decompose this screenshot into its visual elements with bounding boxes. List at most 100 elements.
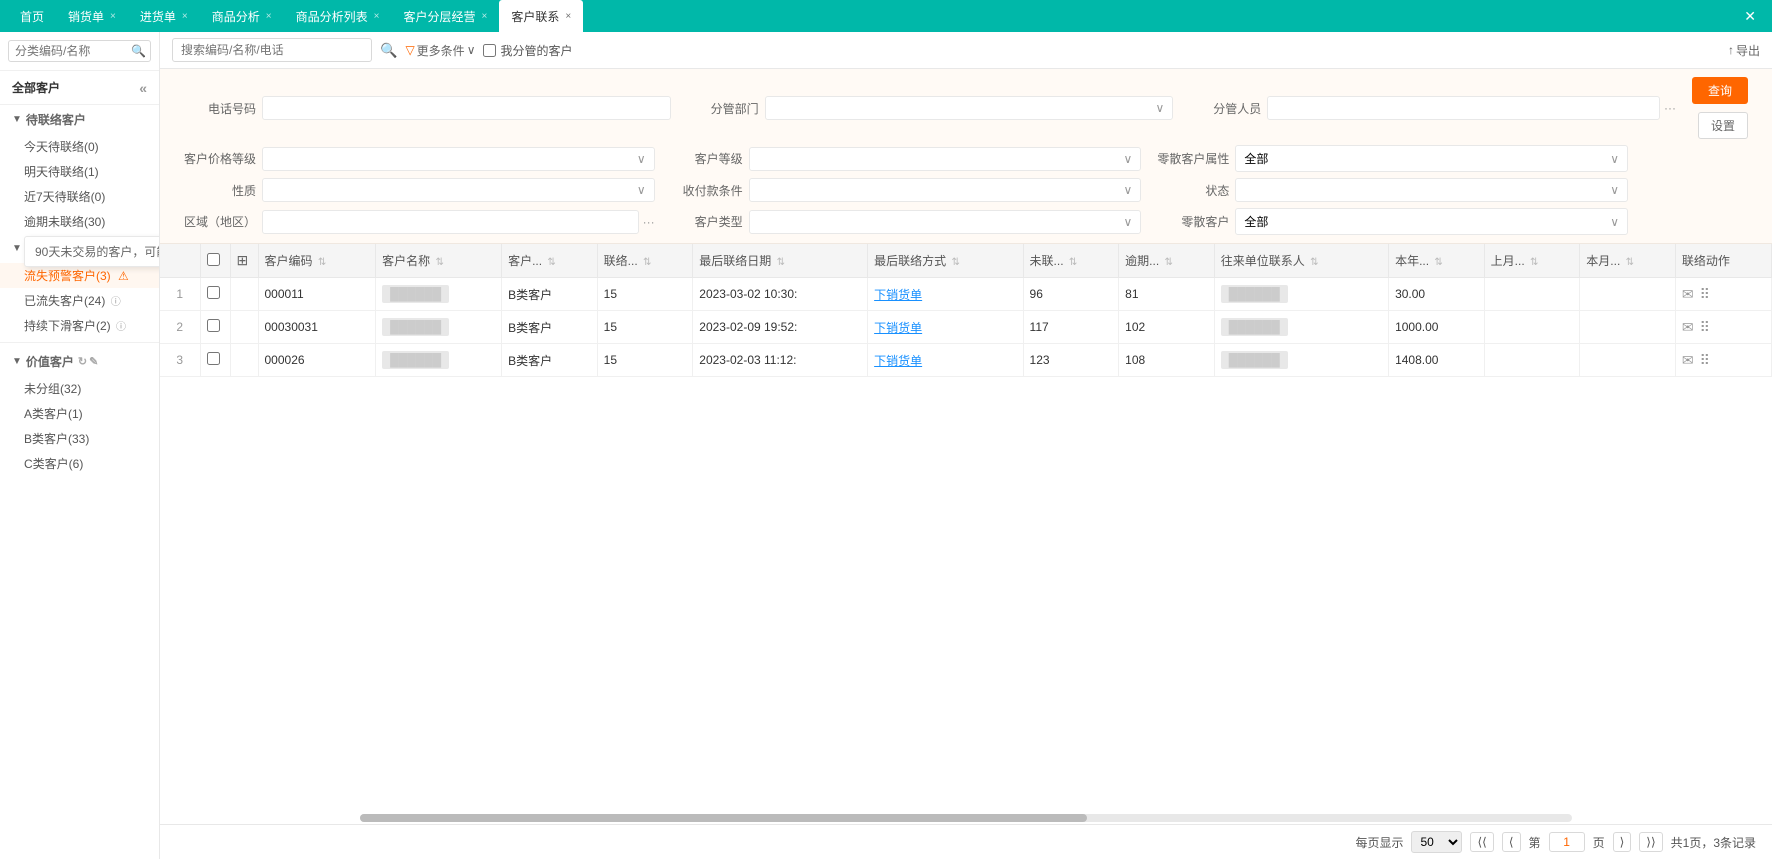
region-input[interactable] <box>262 210 639 234</box>
col-uncontacted[interactable]: 未联... ⇅ <box>1023 244 1119 278</box>
sidebar-group-value[interactable]: ▼ 价值客户 ↻ ✎ <box>0 347 159 376</box>
close-all-tabs-button[interactable]: ✕ <box>1736 4 1764 29</box>
row-name: ██████ <box>376 311 502 344</box>
more-action-icon[interactable]: ⠿ <box>1700 352 1710 369</box>
row-last-month <box>1484 311 1580 344</box>
sidebar-item-today-pending[interactable]: 今天待联络(0) <box>0 134 159 159</box>
payment-select[interactable]: ∨ <box>749 178 1142 202</box>
sidebar-item-7day-pending[interactable]: 近7天待联络(0) <box>0 184 159 209</box>
first-page-button[interactable]: ⟨⟨ <box>1470 832 1493 852</box>
contact-way-link[interactable]: 下销货单 <box>874 288 922 302</box>
scrollbar-track[interactable] <box>360 814 1572 822</box>
col-past-contact[interactable]: 往来单位联系人 ⇅ <box>1214 244 1388 278</box>
col-settings[interactable]: ⊞ <box>230 244 258 278</box>
col-type[interactable]: 客户... ⇅ <box>502 244 598 278</box>
sidebar-item-c-class[interactable]: C类客户(6) <box>0 451 159 476</box>
arrow-down-icon: ▼ <box>12 243 22 254</box>
col-last-month[interactable]: 上月... ⇅ <box>1484 244 1580 278</box>
sidebar-group-pending[interactable]: ▼ 待联络客户 <box>0 105 159 134</box>
content-area: 🔍 ▽ 更多条件 ∨ 我分管的客户 ↑ 导出 电话号码 <box>160 32 1772 859</box>
manager-input[interactable] <box>1267 96 1660 120</box>
row-last-contact-date: 2023-02-09 19:52: <box>693 311 868 344</box>
my-customers-checkbox-label[interactable]: 我分管的客户 <box>483 42 572 59</box>
nature-select[interactable]: ∨ <box>262 178 655 202</box>
scrollbar-thumb[interactable] <box>360 814 1087 822</box>
search-input[interactable] <box>172 38 372 62</box>
scattered-select[interactable]: 全部 ∨ <box>1235 208 1628 235</box>
message-icon[interactable]: ✉ <box>1682 319 1694 336</box>
edit-icon[interactable]: ✎ <box>89 355 98 368</box>
sidebar-all-customers[interactable]: 全部客户 « <box>0 71 159 105</box>
more-conditions-button[interactable]: ▽ 更多条件 ∨ <box>405 42 475 59</box>
row-checkbox-cell <box>200 311 230 344</box>
col-contact[interactable]: 联络... ⇅ <box>597 244 693 278</box>
dept-select[interactable]: ∨ <box>765 96 1174 120</box>
col-this-year[interactable]: 本年... ⇅ <box>1389 244 1485 278</box>
chevron-down-icon: ∨ <box>637 183 646 197</box>
close-icon[interactable]: × <box>374 11 380 22</box>
row-contact: 15 <box>597 311 693 344</box>
close-icon[interactable]: × <box>565 11 571 22</box>
sidebar-item-declining[interactable]: 持续下滑客户(2) ⓘ <box>0 313 159 338</box>
price-level-select[interactable]: ∨ <box>262 147 655 171</box>
select-all-checkbox[interactable] <box>207 253 220 266</box>
nav-tab-sales[interactable]: 销货单 × <box>56 0 128 32</box>
search-button[interactable]: 🔍 <box>380 42 397 59</box>
row-num: 2 <box>160 311 200 344</box>
collapse-sidebar-button[interactable]: « <box>139 80 147 96</box>
sidebar-item-a-class[interactable]: A类客户(1) <box>0 401 159 426</box>
nav-tab-purchase[interactable]: 进货单 × <box>128 0 200 32</box>
row-checkbox[interactable] <box>207 319 220 332</box>
col-last-contact-way[interactable]: 最后联络方式 ⇅ <box>868 244 1023 278</box>
row-overdue: 81 <box>1119 278 1215 311</box>
row-checkbox[interactable] <box>207 286 220 299</box>
close-icon[interactable]: × <box>266 11 272 22</box>
more-action-icon[interactable]: ⠿ <box>1700 286 1710 303</box>
last-page-button[interactable]: ⟩⟩ <box>1639 832 1662 852</box>
nav-tab-customer-contact[interactable]: 客户联系 × <box>499 0 583 32</box>
close-icon[interactable]: × <box>481 11 487 22</box>
phone-input[interactable] <box>262 96 671 120</box>
nav-tab-home[interactable]: 首页 <box>8 0 56 32</box>
more-icon2[interactable]: ··· <box>643 215 655 229</box>
prev-page-button[interactable]: ⟨ <box>1502 832 1521 852</box>
contact-way-link[interactable]: 下销货单 <box>874 321 922 335</box>
page-number-input[interactable]: 1 <box>1549 832 1585 852</box>
row-checkbox[interactable] <box>207 352 220 365</box>
sidebar-item-ungrouped[interactable]: 未分组(32) <box>0 376 159 401</box>
col-name[interactable]: 客户名称 ⇅ <box>376 244 502 278</box>
more-icon[interactable]: ··· <box>1664 101 1676 115</box>
category-search-input[interactable] <box>8 40 151 62</box>
contact-way-link[interactable]: 下销货单 <box>874 354 922 368</box>
per-page-select[interactable]: 50 20 100 <box>1411 831 1462 853</box>
nav-tab-analysis[interactable]: 商品分析 × <box>200 0 284 32</box>
customer-type-select[interactable]: ∨ <box>749 210 1142 234</box>
sidebar-item-overdue-uncontacted[interactable]: 逾期未联络(30) <box>0 209 159 234</box>
col-code[interactable]: 客户编码 ⇅ <box>258 244 376 278</box>
my-customers-checkbox[interactable] <box>483 44 496 57</box>
settings-button[interactable]: 设置 <box>1698 112 1748 139</box>
message-icon[interactable]: ✉ <box>1682 286 1694 303</box>
filter-cell-customer-type: 客户类型 ∨ <box>663 210 1150 234</box>
next-page-button[interactable]: ⟩ <box>1613 832 1632 852</box>
col-last-contact-date[interactable]: 最后联络日期 ⇅ <box>693 244 868 278</box>
more-action-icon[interactable]: ⠿ <box>1700 319 1710 336</box>
close-icon[interactable]: × <box>110 11 116 22</box>
nav-tab-analysis-list[interactable]: 商品分析列表 × <box>284 0 392 32</box>
message-icon[interactable]: ✉ <box>1682 352 1694 369</box>
scattered-attr-select[interactable]: 全部 ∨ <box>1235 145 1628 172</box>
refresh-icon[interactable]: ↻ <box>78 355 87 368</box>
customer-level-select[interactable]: ∨ <box>749 147 1142 171</box>
sidebar-item-b-class[interactable]: B类客户(33) <box>0 426 159 451</box>
horizontal-scrollbar[interactable] <box>160 812 1772 824</box>
sidebar-item-churned[interactable]: 已流失客户(24) ⓘ <box>0 288 159 313</box>
sidebar-item-tomorrow-pending[interactable]: 明天待联络(1) <box>0 159 159 184</box>
col-this-month[interactable]: 本月... ⇅ <box>1580 244 1676 278</box>
export-button[interactable]: ↑ 导出 <box>1728 42 1760 59</box>
close-icon[interactable]: × <box>182 11 188 22</box>
col-overdue[interactable]: 逾期... ⇅ <box>1119 244 1215 278</box>
nav-tab-customer-tier[interactable]: 客户分层经营 × <box>391 0 499 32</box>
status-select[interactable]: ∨ <box>1235 178 1628 202</box>
column-settings-icon[interactable]: ⊞ <box>237 252 249 268</box>
query-button[interactable]: 查询 <box>1692 77 1748 104</box>
